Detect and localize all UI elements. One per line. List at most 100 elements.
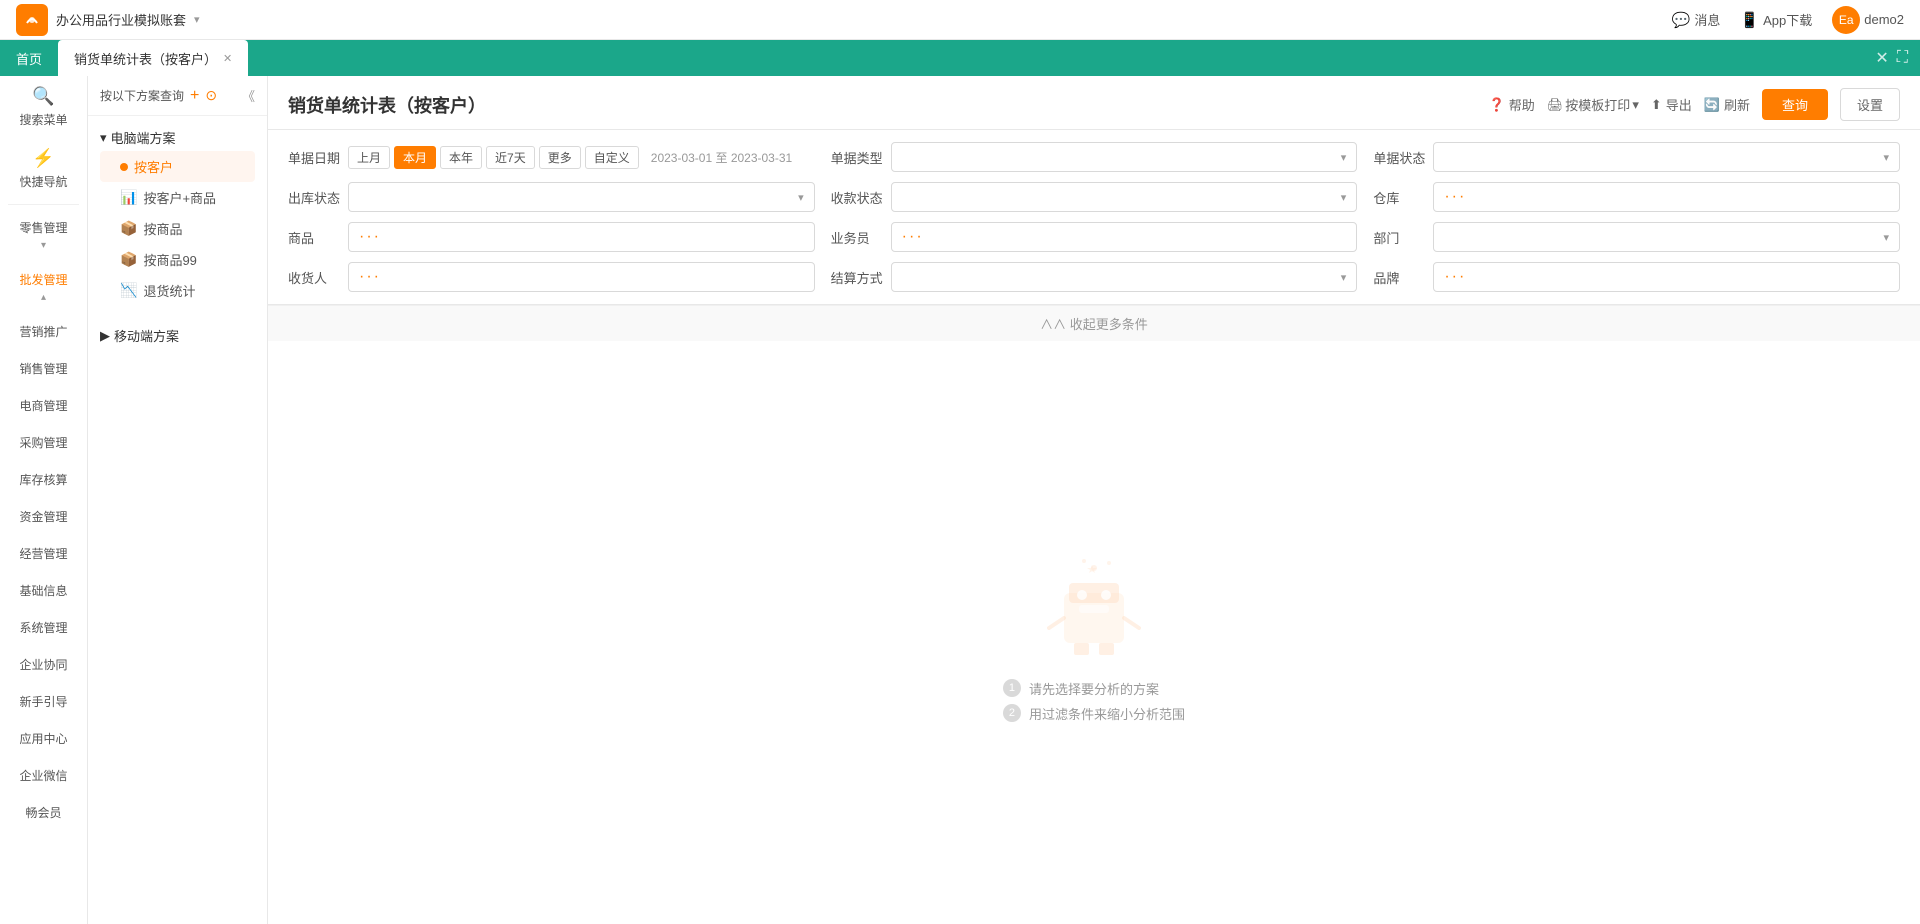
top-header: 办公用品行业模拟账套 ▾ 💬 消息 📱 App下载 Ea demo2	[0, 0, 1920, 40]
sidebar: 🔍 搜索菜单 ⚡ 快捷导航 零售管理 ▾ 批发管理 ▴ 营销推广 销售管理 电商…	[0, 76, 88, 924]
salesperson-select[interactable]: ···	[891, 222, 1358, 252]
user-area[interactable]: Ea demo2	[1832, 6, 1904, 34]
page-header: 销货单统计表（按客户） ❓ 帮助 🖨 按模板打印 ▾ ⬆ 导出 🔄 刷新	[268, 76, 1920, 130]
add-scheme-btn[interactable]: +	[190, 87, 199, 105]
receiver-dots: ···	[359, 268, 381, 286]
sidebar-item-search[interactable]: 🔍 搜索菜单	[0, 76, 87, 138]
date-btn-last-month[interactable]: 上月	[348, 146, 390, 169]
sidebar-divider	[8, 204, 79, 205]
brand-select[interactable]: ···	[1433, 262, 1900, 292]
date-btn-this-month[interactable]: 本月	[394, 146, 436, 169]
main-layout: 🔍 搜索菜单 ⚡ 快捷导航 零售管理 ▾ 批发管理 ▴ 营销推广 销售管理 电商…	[0, 76, 1920, 924]
sidebar-item-sales[interactable]: 销售管理	[0, 350, 87, 387]
sidebar-item-purchase[interactable]: 采购管理	[0, 424, 87, 461]
message-btn[interactable]: 💬 消息	[1672, 10, 1721, 29]
scheme-item-by-goods[interactable]: 📦 按商品	[100, 213, 255, 244]
filter-area: 单据日期 上月 本月 本年 近7天 更多 自定义 2023-03-01 至 20…	[268, 130, 1920, 305]
receiver-label: 收货人	[288, 268, 348, 287]
help-btn[interactable]: ❓ 帮助	[1489, 95, 1535, 114]
docstatus-label: 单据状态	[1373, 148, 1433, 167]
sidebar-item-newguide[interactable]: 新手引导	[0, 683, 87, 720]
sidebar-item-marketing[interactable]: 营销推广	[0, 313, 87, 350]
date-btn-7days[interactable]: 近7天	[486, 146, 535, 169]
tab-sales-stats[interactable]: 销货单统计表（按客户） ✕	[58, 40, 248, 76]
logo-area: 办公用品行业模拟账套 ▾	[16, 4, 200, 36]
maximize-window-icon[interactable]: ⛶	[1897, 49, 1908, 67]
scheme-item-customer-goods[interactable]: 📊 按客户+商品	[100, 182, 255, 213]
empty-tip-2: 2 用过滤条件来缩小分析范围	[1003, 704, 1185, 723]
app-dropdown-icon[interactable]: ▾	[194, 13, 200, 26]
filter-cell-docstatus: 单据状态 ▾	[1373, 142, 1900, 172]
mobile-group-title[interactable]: ▶ 移动端方案	[100, 322, 255, 349]
doctype-select[interactable]: ▾	[891, 142, 1358, 172]
payment-select[interactable]: ▾	[891, 262, 1358, 292]
salesperson-label: 业务员	[831, 228, 891, 247]
date-filter-group: 上月 本月 本年 近7天 更多 自定义 2023-03-01 至 2023-03…	[348, 146, 815, 169]
sidebar-item-cooperation[interactable]: 企业协同	[0, 646, 87, 683]
app-download-btn[interactable]: 📱 App下载	[1740, 10, 1812, 29]
collection-label: 收款状态	[831, 188, 891, 207]
date-btn-custom[interactable]: 自定义	[585, 146, 639, 169]
print-icon: 🖨	[1547, 97, 1564, 113]
outstatus-select[interactable]: ▾	[348, 182, 815, 212]
warehouse-dots: ···	[1444, 188, 1466, 206]
sidebar-item-wholesale[interactable]: 批发管理 ▴	[0, 261, 87, 313]
collection-dropdown-icon: ▾	[1341, 191, 1347, 204]
filter-cell-doctype: 单据类型 ▾	[831, 142, 1358, 172]
settings-button[interactable]: 设置	[1840, 88, 1900, 121]
date-btn-more[interactable]: 更多	[539, 146, 581, 169]
sidebar-item-retail[interactable]: 零售管理 ▾	[0, 209, 87, 261]
filter-cell-collection: 收款状态 ▾	[831, 182, 1358, 212]
sidebar-item-ecommerce[interactable]: 电商管理	[0, 387, 87, 424]
refresh-scheme-btn[interactable]: ⊙	[205, 87, 217, 104]
filter-cell-payment: 结算方式 ▾	[831, 262, 1358, 292]
scheme-item-return[interactable]: 📉 退货统计	[100, 275, 255, 306]
goods-select[interactable]: ···	[348, 222, 815, 252]
close-window-icon[interactable]: ✕	[1875, 48, 1888, 68]
sidebar-item-system[interactable]: 系统管理	[0, 609, 87, 646]
sidebar-item-basic-info[interactable]: 基础信息	[0, 572, 87, 609]
sidebar-item-appcenter[interactable]: 应用中心	[0, 720, 87, 757]
tab-close-icon[interactable]: ✕	[223, 52, 232, 65]
logo-icon	[16, 4, 48, 36]
scheme-icon-3: 📦	[120, 251, 137, 268]
sidebar-item-wechat[interactable]: 企业微信	[0, 757, 87, 794]
sidebar-item-quicknav[interactable]: ⚡ 快捷导航	[0, 138, 87, 200]
tab-home[interactable]: 首页	[0, 40, 58, 76]
collapse-more-btn[interactable]: ∧∧ 收起更多条件	[268, 305, 1920, 341]
outstatus-label: 出库状态	[288, 188, 348, 207]
scheme-icon-2: 📦	[120, 220, 137, 237]
collection-select[interactable]: ▾	[891, 182, 1358, 212]
tab-bar: 首页 销货单统计表（按客户） ✕ ✕ ⛶	[0, 40, 1920, 76]
mobile-arrow-icon: ▶	[100, 328, 110, 344]
tip-num-1: 1	[1003, 679, 1021, 697]
filter-cell-brand: 品牌 ···	[1373, 262, 1900, 292]
receiver-select[interactable]: ···	[348, 262, 815, 292]
refresh-icon: 🔄	[1704, 97, 1720, 113]
scheme-item-by-customer[interactable]: 按客户	[100, 151, 255, 182]
filter-cell-salesperson: 业务员 ···	[831, 222, 1358, 252]
print-dropdown-icon: ▾	[1632, 97, 1639, 113]
export-btn[interactable]: ⬆ 导出	[1651, 95, 1692, 114]
sidebar-item-inventory[interactable]: 库存核算	[0, 461, 87, 498]
sidebar-item-operations[interactable]: 经营管理	[0, 535, 87, 572]
collapse-panel-btn[interactable]: 《	[242, 86, 255, 105]
user-avatar: Ea	[1832, 6, 1860, 34]
dept-select[interactable]: ▾	[1433, 222, 1900, 252]
empty-tip-1: 1 请先选择要分析的方案	[1003, 679, 1185, 698]
scheme-item-goods-99[interactable]: 📦 按商品99	[100, 244, 255, 275]
brand-label: 品牌	[1373, 268, 1433, 287]
sidebar-item-finance[interactable]: 资金管理	[0, 498, 87, 535]
dept-dropdown-icon: ▾	[1883, 231, 1889, 244]
desktop-group-title[interactable]: ▾ 电脑端方案	[100, 124, 255, 151]
docstatus-select[interactable]: ▾	[1433, 142, 1900, 172]
filter-cell-date: 单据日期 上月 本月 本年 近7天 更多 自定义 2023-03-01 至 20…	[288, 142, 815, 172]
refresh-btn[interactable]: 🔄 刷新	[1704, 95, 1750, 114]
print-btn[interactable]: 🖨 按模板打印 ▾	[1547, 95, 1639, 114]
filter-cell-receiver: 收货人 ···	[288, 262, 815, 292]
date-btn-this-year[interactable]: 本年	[440, 146, 482, 169]
empty-illustration	[1034, 543, 1154, 663]
query-button[interactable]: 查询	[1762, 89, 1828, 120]
sidebar-item-member[interactable]: 畅会员	[0, 794, 87, 831]
warehouse-select[interactable]: ···	[1433, 182, 1900, 212]
